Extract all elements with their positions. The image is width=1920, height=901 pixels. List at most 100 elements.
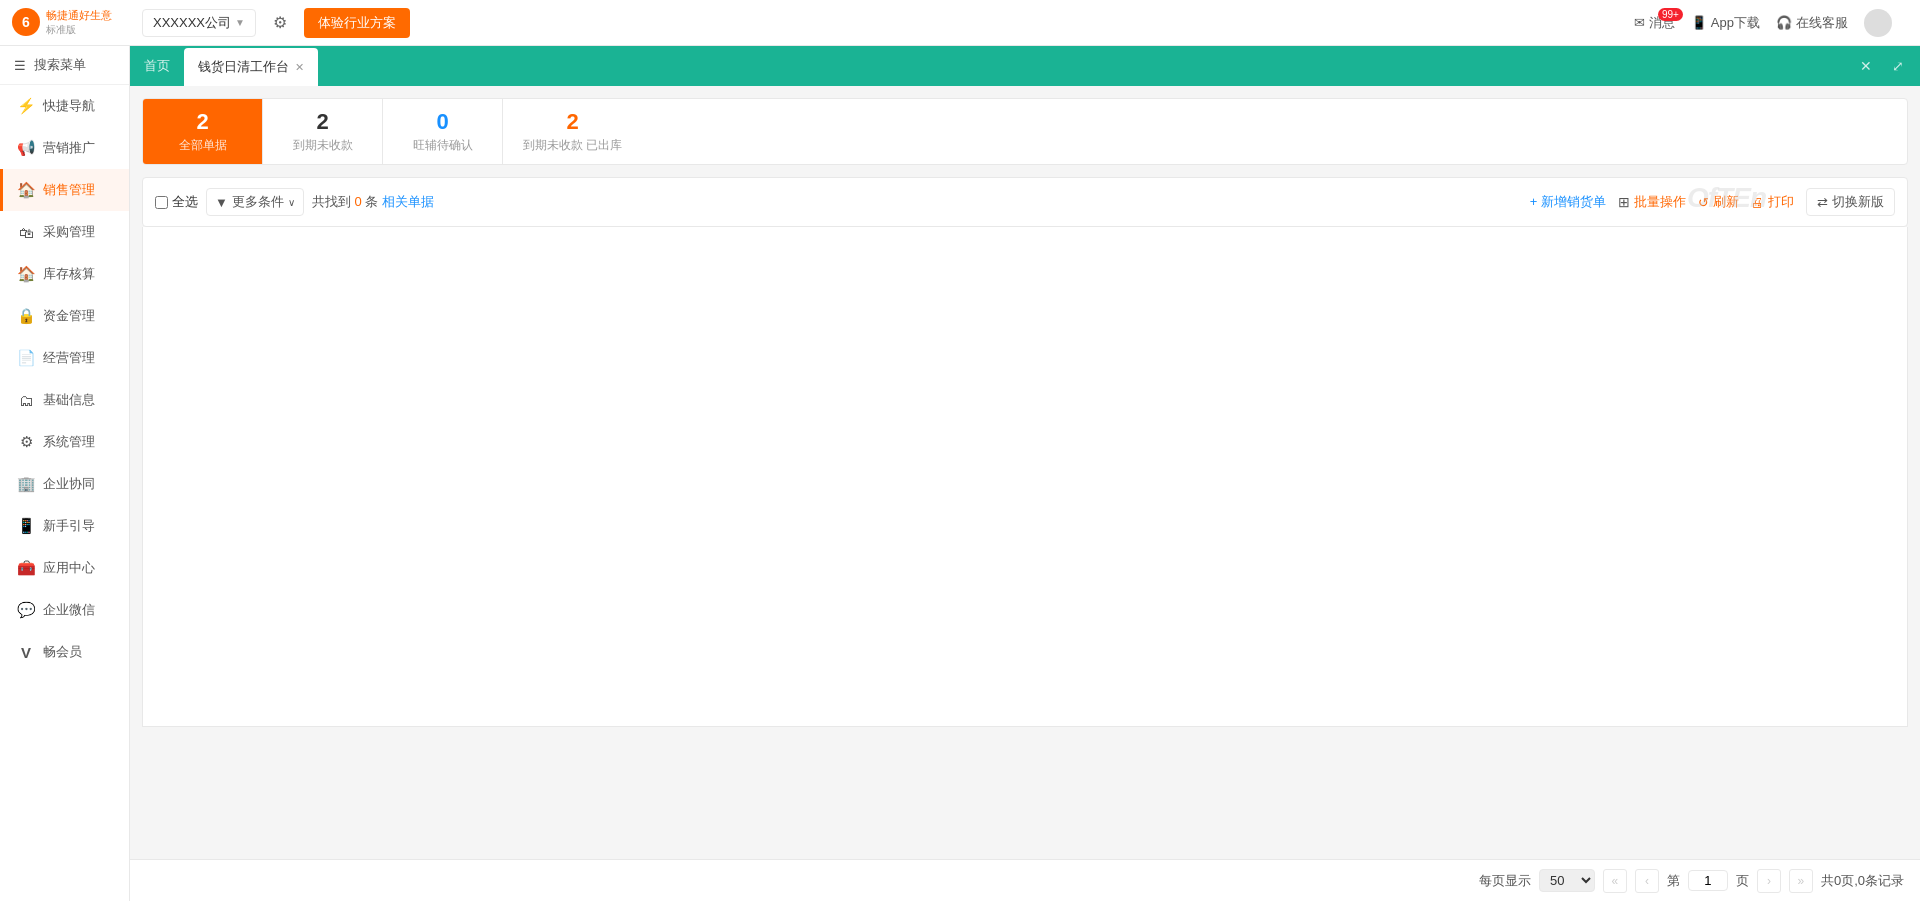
stat-label-all: 全部单据 — [163, 137, 242, 154]
settings-icon-btn[interactable]: ⚙ — [264, 7, 296, 39]
page-suffix: 页 — [1736, 872, 1749, 890]
marketing-icon: 📢 — [17, 139, 35, 157]
page-size-label: 每页显示 — [1479, 872, 1531, 890]
app-download-btn[interactable]: 📱 App下载 — [1691, 14, 1760, 32]
trial-button[interactable]: 体验行业方案 — [304, 8, 410, 38]
refresh-label: 刷新 — [1713, 193, 1739, 211]
sidebar-item-inventory-label: 库存核算 — [43, 265, 95, 283]
found-prefix: 共找到 — [312, 194, 351, 209]
tab-close-icon[interactable]: ✕ — [295, 61, 304, 74]
stat-tab-wangwang[interactable]: 0 旺辅待确认 — [383, 99, 503, 164]
finance-icon: 🔒 — [17, 307, 35, 325]
sidebar-item-purchase-label: 采购管理 — [43, 223, 95, 241]
member-icon: V — [17, 644, 35, 661]
next-page-icon: › — [1767, 874, 1771, 888]
stat-tab-overdue[interactable]: 2 到期未收款 — [263, 99, 383, 164]
stat-label-wangwang: 旺辅待确认 — [403, 137, 482, 154]
sidebar-item-system[interactable]: ⚙ 系统管理 — [0, 421, 129, 463]
page-label: 第 — [1667, 872, 1680, 890]
online-service-btn[interactable]: 🎧 在线客服 — [1776, 14, 1848, 32]
logo-area: 6 畅捷通好生意 标准版 — [12, 8, 142, 36]
first-page-icon: « — [1612, 874, 1619, 888]
switch-new-btn[interactable]: ⇄ 切换新版 — [1806, 188, 1895, 216]
message-btn[interactable]: ✉ 消息 99+ — [1634, 14, 1675, 32]
sidebar-item-inventory[interactable]: 🏠 库存核算 — [0, 253, 129, 295]
sidebar-item-enterprise-label: 企业协同 — [43, 475, 95, 493]
inventory-icon: 🏠 — [17, 265, 35, 283]
sidebar-item-app-center[interactable]: 🧰 应用中心 — [0, 547, 129, 589]
download-icon: 📱 — [1691, 15, 1707, 30]
found-link[interactable]: 相关单据 — [382, 194, 434, 209]
filter-btn[interactable]: ▼ 更多条件 ∨ — [206, 188, 304, 216]
sidebar-item-enterprise[interactable]: 🏢 企业协同 — [0, 463, 129, 505]
stat-label-overdue-out: 到期未收款 已出库 — [523, 137, 622, 154]
refresh-icon: ↺ — [1698, 195, 1709, 210]
sidebar-item-beginner[interactable]: 📱 新手引导 — [0, 505, 129, 547]
avatar[interactable] — [1864, 9, 1892, 37]
table-area — [142, 227, 1908, 727]
refresh-btn[interactable]: ↺ 刷新 — [1698, 193, 1739, 211]
app-center-icon: 🧰 — [17, 559, 35, 577]
beginner-icon: 📱 — [17, 517, 35, 535]
total-info: 共0页,0条记录 — [1821, 872, 1904, 890]
company-name: XXXXXX公司 — [153, 14, 231, 32]
tab-close-window-icon[interactable]: ✕ — [1852, 52, 1880, 80]
sidebar-item-system-label: 系统管理 — [43, 433, 95, 451]
chevron-down-icon: ▼ — [235, 17, 245, 28]
prev-page-icon: ‹ — [1645, 874, 1649, 888]
sidebar-item-operations-label: 经营管理 — [43, 349, 95, 367]
page-size-select[interactable]: 50 100 200 — [1539, 869, 1595, 892]
found-count: 共找到 0 条 相关单据 — [312, 193, 434, 211]
select-all-checkbox[interactable]: 全选 — [155, 193, 198, 211]
sidebar-item-basic-info[interactable]: 🗂 基础信息 — [0, 379, 129, 421]
tab-workspace[interactable]: 钱货日清工作台 ✕ — [184, 48, 318, 86]
filter-label: 更多条件 — [232, 193, 284, 211]
sidebar-item-quick-nav[interactable]: ⚡ 快捷导航 — [0, 85, 129, 127]
sidebar-item-operations[interactable]: 📄 经营管理 — [0, 337, 129, 379]
sidebar-item-basic-info-label: 基础信息 — [43, 391, 95, 409]
prev-page-btn[interactable]: ‹ — [1635, 869, 1659, 893]
sidebar-item-purchase[interactable]: 🛍 采购管理 — [0, 211, 129, 253]
last-page-btn[interactable]: » — [1789, 869, 1813, 893]
sidebar-item-marketing-label: 营销推广 — [43, 139, 95, 157]
quick-nav-icon: ⚡ — [17, 97, 35, 115]
sidebar-search[interactable]: ☰ 搜索菜单 — [0, 46, 129, 85]
print-icon: 🖨 — [1751, 195, 1764, 210]
sidebar-item-member[interactable]: V 畅会员 — [0, 631, 129, 673]
switch-label: 切换新版 — [1832, 193, 1884, 211]
enterprise-icon: 🏢 — [17, 475, 35, 493]
gear-icon: ⚙ — [273, 13, 287, 32]
last-page-icon: » — [1798, 874, 1805, 888]
stat-num-wangwang: 0 — [403, 109, 482, 135]
sidebar-item-sales[interactable]: 🏠 销售管理 — [0, 169, 129, 211]
batch-ops-btn[interactable]: ⊞ 批量操作 — [1618, 193, 1686, 211]
select-all-input[interactable] — [155, 196, 168, 209]
found-unit: 条 — [365, 194, 378, 209]
add-sales-btn[interactable]: + 新增销货单 — [1530, 193, 1606, 211]
company-selector[interactable]: XXXXXX公司 ▼ — [142, 9, 256, 37]
service-icon: 🎧 — [1776, 15, 1792, 30]
page-number-input[interactable] — [1688, 870, 1728, 891]
stat-tab-all[interactable]: 2 全部单据 — [143, 99, 263, 164]
tab-bar: 首页 钱货日清工作台 ✕ ✕ ⤢ — [130, 46, 1920, 86]
sidebar-item-marketing[interactable]: 📢 营销推广 — [0, 127, 129, 169]
content-inner: 2 全部单据 2 到期未收款 0 旺辅待确认 2 到期未收款 已出库 全选 — [130, 86, 1920, 739]
next-page-btn[interactable]: › — [1757, 869, 1781, 893]
sidebar-item-finance[interactable]: 🔒 资金管理 — [0, 295, 129, 337]
stat-tab-overdue-out[interactable]: 2 到期未收款 已出库 — [503, 99, 642, 164]
tab-home[interactable]: 首页 — [130, 46, 184, 86]
purchase-icon: 🛍 — [17, 224, 35, 241]
footer-pagination: 每页显示 50 100 200 « ‹ 第 页 › » 共0页,0条记录 — [130, 859, 1920, 901]
tab-expand-icon[interactable]: ⤢ — [1884, 52, 1912, 80]
sidebar-item-wechat-label: 企业微信 — [43, 601, 95, 619]
batch-label: 批量操作 — [1634, 193, 1686, 211]
stat-num-overdue: 2 — [283, 109, 362, 135]
stat-num-all: 2 — [163, 109, 242, 135]
stat-label-overdue: 到期未收款 — [283, 137, 362, 154]
operations-icon: 📄 — [17, 349, 35, 367]
sidebar-item-finance-label: 资金管理 — [43, 307, 95, 325]
print-btn[interactable]: 🖨 打印 — [1751, 193, 1794, 211]
batch-icon: ⊞ — [1618, 194, 1630, 210]
first-page-btn[interactable]: « — [1603, 869, 1627, 893]
sidebar-item-wechat[interactable]: 💬 企业微信 — [0, 589, 129, 631]
